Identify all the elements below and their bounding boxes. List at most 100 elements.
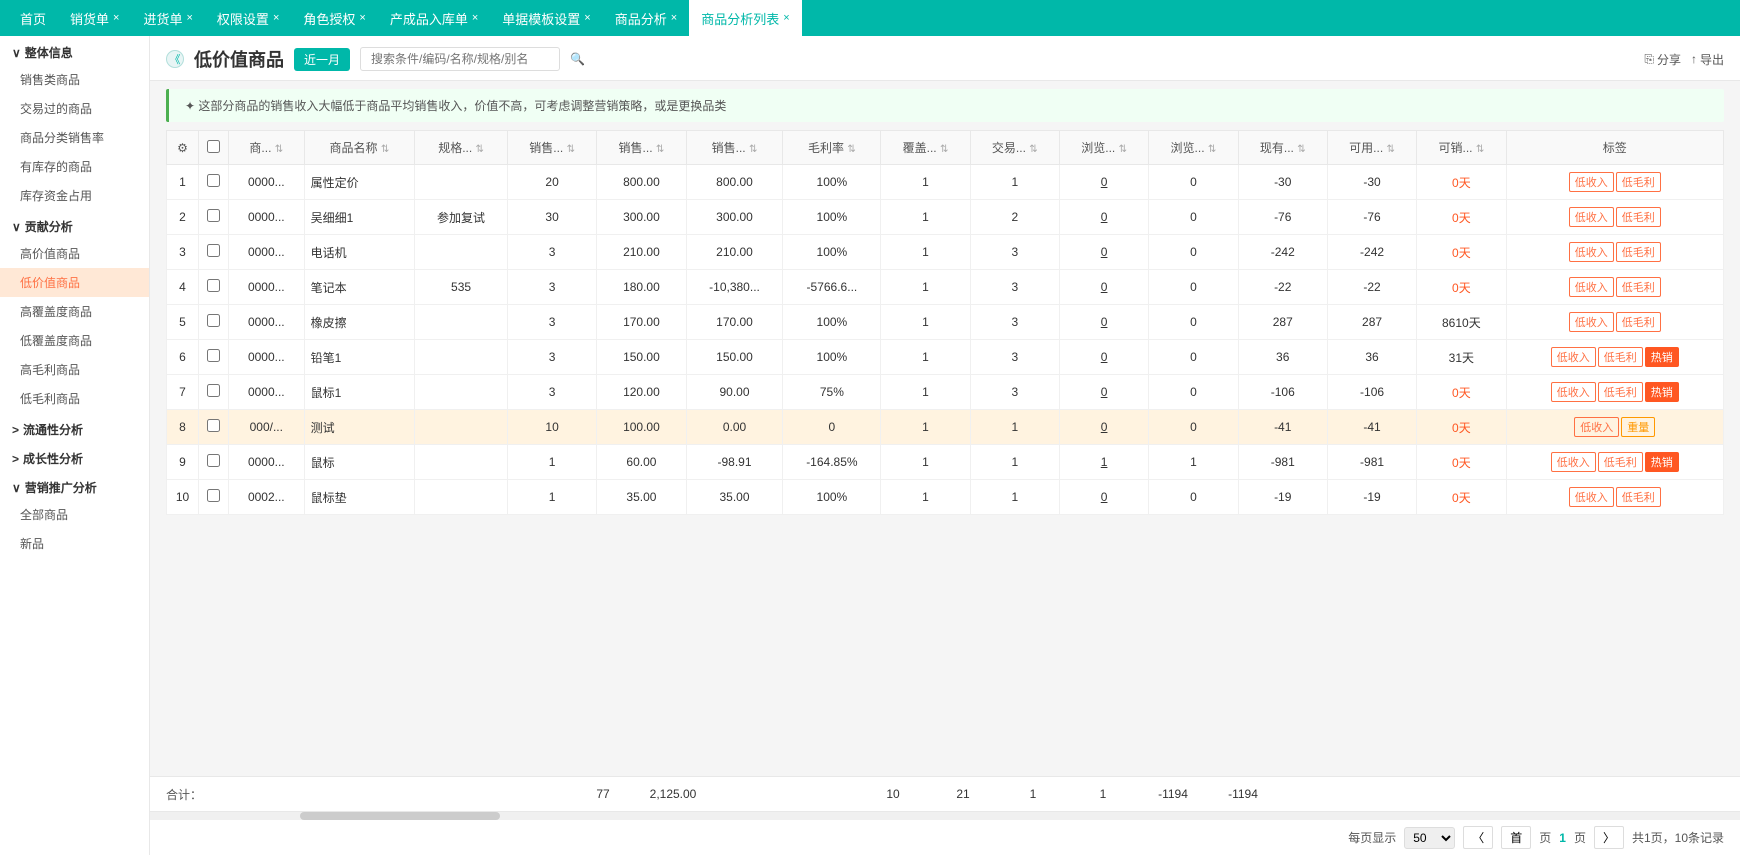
sidebar-item-category-rate[interactable]: 商品分类销售率 <box>0 123 149 152</box>
col-margin[interactable]: 毛利率 ⇅ <box>783 131 881 165</box>
sidebar-group-circulation[interactable]: > 流通性分析 <box>0 413 149 442</box>
row-view1[interactable]: 0 <box>1059 270 1148 305</box>
view-link[interactable]: 0 <box>1101 490 1108 504</box>
col-code[interactable]: 商... ⇅ <box>229 131 305 165</box>
row-checkbox[interactable] <box>207 314 220 327</box>
row-checkbox-cell[interactable] <box>199 165 229 200</box>
row-view1[interactable]: 0 <box>1059 340 1148 375</box>
row-view1[interactable]: 0 <box>1059 375 1148 410</box>
next-page-btn[interactable]: 〉 <box>1594 826 1624 849</box>
row-checkbox-cell[interactable] <box>199 200 229 235</box>
col-sales2[interactable]: 销售... ⇅ <box>597 131 686 165</box>
row-checkbox[interactable] <box>207 174 220 187</box>
horizontal-scrollbar[interactable] <box>150 812 1740 820</box>
nav-template-close[interactable]: × <box>584 12 590 24</box>
nav-permission-close[interactable]: × <box>273 12 279 24</box>
view-link[interactable]: 0 <box>1101 210 1108 224</box>
nav-template[interactable]: 单据模板设置 × <box>490 0 602 36</box>
view-link[interactable]: 0 <box>1101 175 1108 189</box>
view-link[interactable]: 0 <box>1101 420 1108 434</box>
table-container[interactable]: ⚙ 商... ⇅ 商品名称 ⇅ 规格... ⇅ 销售... ⇅ 销售... ⇅ … <box>150 122 1740 776</box>
col-sales1[interactable]: 销售... ⇅ <box>507 131 596 165</box>
nav-product-list-close[interactable]: × <box>783 12 789 24</box>
col-sales3[interactable]: 销售... ⇅ <box>686 131 783 165</box>
col-name[interactable]: 商品名称 ⇅ <box>304 131 415 165</box>
sidebar-group-growth[interactable]: > 成长性分析 <box>0 442 149 471</box>
row-checkbox-cell[interactable] <box>199 375 229 410</box>
view-link[interactable]: 0 <box>1101 245 1108 259</box>
sidebar-item-new-products[interactable]: 新品 <box>0 529 149 558</box>
row-checkbox[interactable] <box>207 419 220 432</box>
sidebar-item-all-products[interactable]: 全部商品 <box>0 500 149 529</box>
row-checkbox[interactable] <box>207 209 220 222</box>
per-page-select[interactable]: 50 100 200 <box>1404 827 1455 849</box>
sidebar-group-contribution[interactable]: ∨ 贡献分析 <box>0 210 149 239</box>
first-page-btn[interactable]: 〈 <box>1463 826 1493 849</box>
nav-purchase[interactable]: 进货单 × <box>131 0 204 36</box>
row-checkbox[interactable] <box>207 384 220 397</box>
col-sellable[interactable]: 可销... ⇅ <box>1417 131 1506 165</box>
row-view1[interactable]: 0 <box>1059 305 1148 340</box>
sidebar-item-low-value[interactable]: 低价值商品 <box>0 268 149 297</box>
nav-home[interactable]: 首页 <box>8 0 58 36</box>
col-spec[interactable]: 规格... ⇅ <box>415 131 508 165</box>
sidebar-item-low-margin[interactable]: 低毛利商品 <box>0 384 149 413</box>
select-all-checkbox[interactable] <box>207 140 220 153</box>
sidebar-group-marketing[interactable]: ∨ 营销推广分析 <box>0 471 149 500</box>
col-view1[interactable]: 浏览... ⇅ <box>1059 131 1148 165</box>
row-checkbox[interactable] <box>207 454 220 467</box>
row-checkbox-cell[interactable] <box>199 410 229 445</box>
row-view1[interactable]: 0 <box>1059 235 1148 270</box>
col-tags[interactable]: 标签 <box>1506 131 1723 165</box>
row-checkbox-cell[interactable] <box>199 445 229 480</box>
nav-product-analysis-close[interactable]: × <box>671 12 677 24</box>
col-view2[interactable]: 浏览... ⇅ <box>1149 131 1238 165</box>
nav-sales[interactable]: 销货单 × <box>58 0 131 36</box>
period-button[interactable]: 近一月 <box>294 48 350 71</box>
view-link[interactable]: 0 <box>1101 280 1108 294</box>
row-checkbox-cell[interactable] <box>199 235 229 270</box>
view-link[interactable]: 0 <box>1101 350 1108 364</box>
share-button[interactable]: ⎘ 分享 <box>1644 51 1681 68</box>
sidebar-item-high-value[interactable]: 高价值商品 <box>0 239 149 268</box>
row-checkbox[interactable] <box>207 349 220 362</box>
row-checkbox-cell[interactable] <box>199 270 229 305</box>
col-coverage[interactable]: 覆盖... ⇅ <box>881 131 970 165</box>
view-link[interactable]: 0 <box>1101 315 1108 329</box>
search-icon[interactable]: 🔍 <box>570 52 585 66</box>
row-view1[interactable]: 0 <box>1059 480 1148 515</box>
col-current-stock[interactable]: 现有... ⇅ <box>1238 131 1327 165</box>
col-available[interactable]: 可用... ⇅ <box>1327 131 1416 165</box>
export-button[interactable]: ↑ 导出 <box>1691 51 1724 68</box>
view-link[interactable]: 1 <box>1101 455 1108 469</box>
row-view1[interactable]: 0 <box>1059 200 1148 235</box>
sidebar-collapse-btn[interactable]: 《 <box>166 50 184 68</box>
row-checkbox[interactable] <box>207 244 220 257</box>
nav-product-inbound[interactable]: 产成品入库单 × <box>378 0 490 36</box>
row-view1[interactable]: 0 <box>1059 165 1148 200</box>
nav-role-close[interactable]: × <box>359 12 365 24</box>
prev-page-btn[interactable]: 首 <box>1501 826 1531 849</box>
sidebar-item-in-stock[interactable]: 有库存的商品 <box>0 152 149 181</box>
nav-role[interactable]: 角色授权 × <box>291 0 377 36</box>
nav-product-analysis[interactable]: 商品分析 × <box>603 0 689 36</box>
col-trade[interactable]: 交易... ⇅ <box>970 131 1059 165</box>
sidebar-item-low-coverage[interactable]: 低覆盖度商品 <box>0 326 149 355</box>
row-checkbox[interactable] <box>207 279 220 292</box>
row-checkbox[interactable] <box>207 489 220 502</box>
nav-product-inbound-close[interactable]: × <box>472 12 478 24</box>
nav-sales-close[interactable]: × <box>113 12 119 24</box>
col-checkbox[interactable] <box>199 131 229 165</box>
sidebar-item-traded[interactable]: 交易过的商品 <box>0 94 149 123</box>
search-input[interactable] <box>360 47 560 71</box>
row-checkbox-cell[interactable] <box>199 480 229 515</box>
col-settings[interactable]: ⚙ <box>167 131 199 165</box>
sidebar-item-inventory-capital[interactable]: 库存资金占用 <box>0 181 149 210</box>
row-view1[interactable]: 1 <box>1059 445 1148 480</box>
nav-product-analysis-list[interactable]: 商品分析列表 × <box>689 0 801 36</box>
nav-purchase-close[interactable]: × <box>186 12 192 24</box>
view-link[interactable]: 0 <box>1101 385 1108 399</box>
sidebar-item-sales-products[interactable]: 销售类商品 <box>0 65 149 94</box>
row-view1[interactable]: 0 <box>1059 410 1148 445</box>
sidebar-item-high-margin[interactable]: 高毛利商品 <box>0 355 149 384</box>
